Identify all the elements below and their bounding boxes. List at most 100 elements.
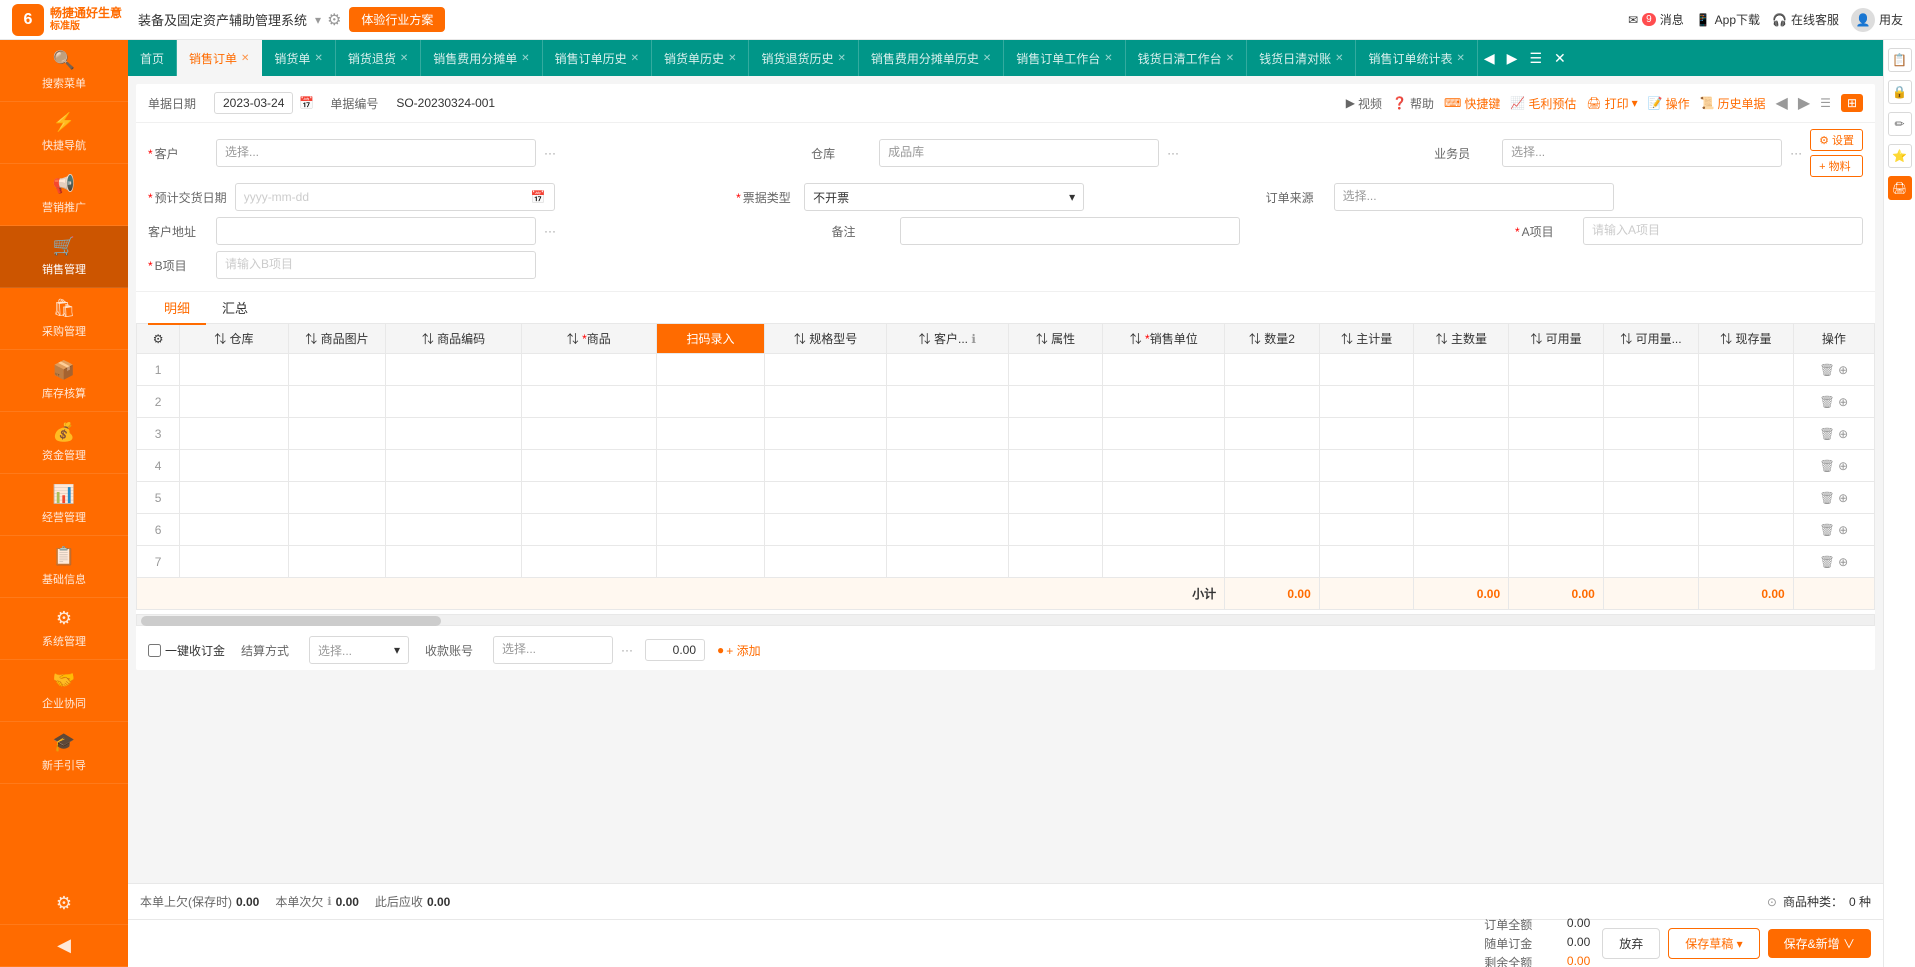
cell-attr[interactable] (1008, 514, 1103, 546)
cell-spec[interactable] (765, 546, 887, 578)
cell-available2[interactable] (1603, 386, 1698, 418)
address-more-btn[interactable]: ··· (544, 224, 556, 238)
cell-main-unit[interactable] (1319, 354, 1414, 386)
tab-prev-icon[interactable]: ◀ (1478, 50, 1501, 67)
tab-sales-invoice[interactable]: 销货单 ✕ (262, 40, 335, 76)
cell-qty2[interactable] (1225, 546, 1320, 578)
sidebar-item-quicknav[interactable]: ⚡ 快捷导航 (0, 102, 128, 164)
tab-close-icon[interactable]: ✕ (631, 53, 639, 64)
nav-prev-icon[interactable]: ◀ (1776, 93, 1788, 113)
cell-goods[interactable] (521, 514, 656, 546)
col-attr[interactable]: ⇅ 属性 (1008, 324, 1103, 354)
cell-code[interactable] (386, 386, 521, 418)
cell-code[interactable] (386, 450, 521, 482)
cell-unit[interactable] (1103, 546, 1225, 578)
col-qty2[interactable]: ⇅ 数量2 (1225, 324, 1320, 354)
right-panel-btn-4[interactable]: ⭐ (1888, 144, 1912, 168)
online-support-btn[interactable]: 🎧 在线客服 (1772, 11, 1839, 28)
industry-btn[interactable]: 体验行业方案 (349, 7, 445, 32)
view-btn[interactable]: ▶ 视频 (1346, 95, 1382, 112)
copy-icon[interactable]: ⊕ (1838, 427, 1848, 441)
copy-icon[interactable]: ⊕ (1838, 395, 1848, 409)
cell-available[interactable] (1509, 450, 1604, 482)
sidebar-item-search[interactable]: 🔍 搜索菜单 (0, 40, 128, 102)
cell-qty2[interactable] (1225, 418, 1320, 450)
tab-sales-return[interactable]: 销货退货 ✕ (336, 40, 421, 76)
cell-warehouse[interactable] (180, 418, 288, 450)
cell-stock[interactable] (1699, 418, 1794, 450)
delivery-calendar-icon[interactable]: 📅 (531, 190, 546, 204)
sidebar-item-collapse[interactable]: ◀ (0, 925, 128, 967)
cell-stock[interactable] (1699, 450, 1794, 482)
cell-unit[interactable] (1103, 386, 1225, 418)
tab-close-icon[interactable]: ✕ (400, 53, 408, 64)
scrollbar-thumb[interactable] (141, 616, 441, 626)
cell-goods[interactable] (521, 418, 656, 450)
cell-code[interactable] (386, 514, 521, 546)
cell-unit[interactable] (1103, 482, 1225, 514)
col-available2[interactable]: ⇅ 可用量... (1603, 324, 1698, 354)
tab-detail[interactable]: 明细 (148, 292, 206, 325)
cell-code[interactable] (386, 354, 521, 386)
tab-daily-workbench[interactable]: 钱货日清工作台 ✕ (1126, 40, 1247, 76)
sidebar-item-finance[interactable]: 💰 资金管理 (0, 412, 128, 474)
cell-stock[interactable] (1699, 482, 1794, 514)
user-btn[interactable]: 👤 用友 (1851, 8, 1903, 32)
col-customer-code[interactable]: ⇅ 客户... ℹ (886, 324, 1008, 354)
tab-order-stats[interactable]: 销售订单统计表 ✕ (1356, 40, 1477, 76)
cell-attr[interactable] (1008, 482, 1103, 514)
cell-warehouse[interactable] (180, 514, 288, 546)
cell-main-unit[interactable] (1319, 418, 1414, 450)
cell-main-unit[interactable] (1319, 386, 1414, 418)
tab-close-icon[interactable]: ✕ (1457, 53, 1465, 64)
cell-customer-code[interactable] (886, 514, 1008, 546)
sidebar-item-marketing[interactable]: 📢 营销推广 (0, 164, 128, 226)
cell-customer-code[interactable] (886, 450, 1008, 482)
copy-icon[interactable]: ⊕ (1838, 491, 1848, 505)
tab-return-history[interactable]: 销货退货历史 ✕ (749, 40, 858, 76)
checkout-checkbox-input[interactable] (148, 644, 161, 657)
cell-qty2[interactable] (1225, 514, 1320, 546)
delete-icon[interactable]: 🗑 (1820, 491, 1835, 505)
delete-icon[interactable]: 🗑 (1820, 363, 1835, 377)
cell-stock[interactable] (1699, 386, 1794, 418)
tab-fee-split-history[interactable]: 销售费用分摊单历史 ✕ (859, 40, 1004, 76)
cell-unit[interactable] (1103, 418, 1225, 450)
delete-icon[interactable]: 🗑 (1820, 395, 1835, 409)
delivery-input[interactable]: yyyy-mm-dd 📅 (235, 183, 555, 211)
cell-customer-code[interactable] (886, 418, 1008, 450)
cell-available[interactable] (1509, 354, 1604, 386)
cell-available[interactable] (1509, 546, 1604, 578)
col-warehouse[interactable]: ⇅ 仓库 (180, 324, 288, 354)
system-dropdown-icon[interactable]: ▾ (315, 13, 321, 27)
delete-icon[interactable]: 🗑 (1820, 427, 1835, 441)
list-view-icon[interactable]: ☰ (1820, 96, 1831, 110)
cell-main-unit[interactable] (1319, 450, 1414, 482)
tab-sales-order[interactable]: 销售订单 ✕ (177, 40, 262, 76)
tab-close-icon[interactable]: ✕ (728, 53, 736, 64)
cell-main-qty[interactable] (1414, 418, 1509, 450)
help-btn[interactable]: ❓ 帮助 (1392, 95, 1434, 112)
tab-close-icon[interactable]: ✕ (521, 53, 529, 64)
cell-main-qty[interactable] (1414, 514, 1509, 546)
cell-customer-code[interactable] (886, 546, 1008, 578)
customer-input[interactable]: 选择... (216, 139, 536, 167)
tab-next-icon[interactable]: ▶ (1501, 50, 1524, 67)
nav-next-icon[interactable]: ▶ (1798, 93, 1810, 113)
calendar-icon[interactable]: 📅 (299, 96, 314, 110)
tab-fee-split[interactable]: 销售费用分摊单 ✕ (421, 40, 542, 76)
col-unit[interactable]: ⇅ *销售单位 (1103, 324, 1225, 354)
sidebar-item-enterprise[interactable]: 🤝 企业协同 (0, 660, 128, 722)
sidebar-item-basic-info[interactable]: 📋 基础信息 (0, 536, 128, 598)
cell-warehouse[interactable] (180, 450, 288, 482)
history-btn[interactable]: 📜 历史单据 (1700, 95, 1766, 112)
warehouse-more-btn[interactable]: ··· (1167, 146, 1179, 160)
cell-available2[interactable] (1603, 482, 1698, 514)
cell-code[interactable] (386, 546, 521, 578)
date-value[interactable]: 2023-03-24 (214, 92, 293, 114)
sidebar-item-operations[interactable]: 📊 经营管理 (0, 474, 128, 536)
cell-customer-code[interactable] (886, 482, 1008, 514)
cell-attr[interactable] (1008, 546, 1103, 578)
sidebar-item-inventory[interactable]: 📦 库存核算 (0, 350, 128, 412)
cell-attr[interactable] (1008, 354, 1103, 386)
